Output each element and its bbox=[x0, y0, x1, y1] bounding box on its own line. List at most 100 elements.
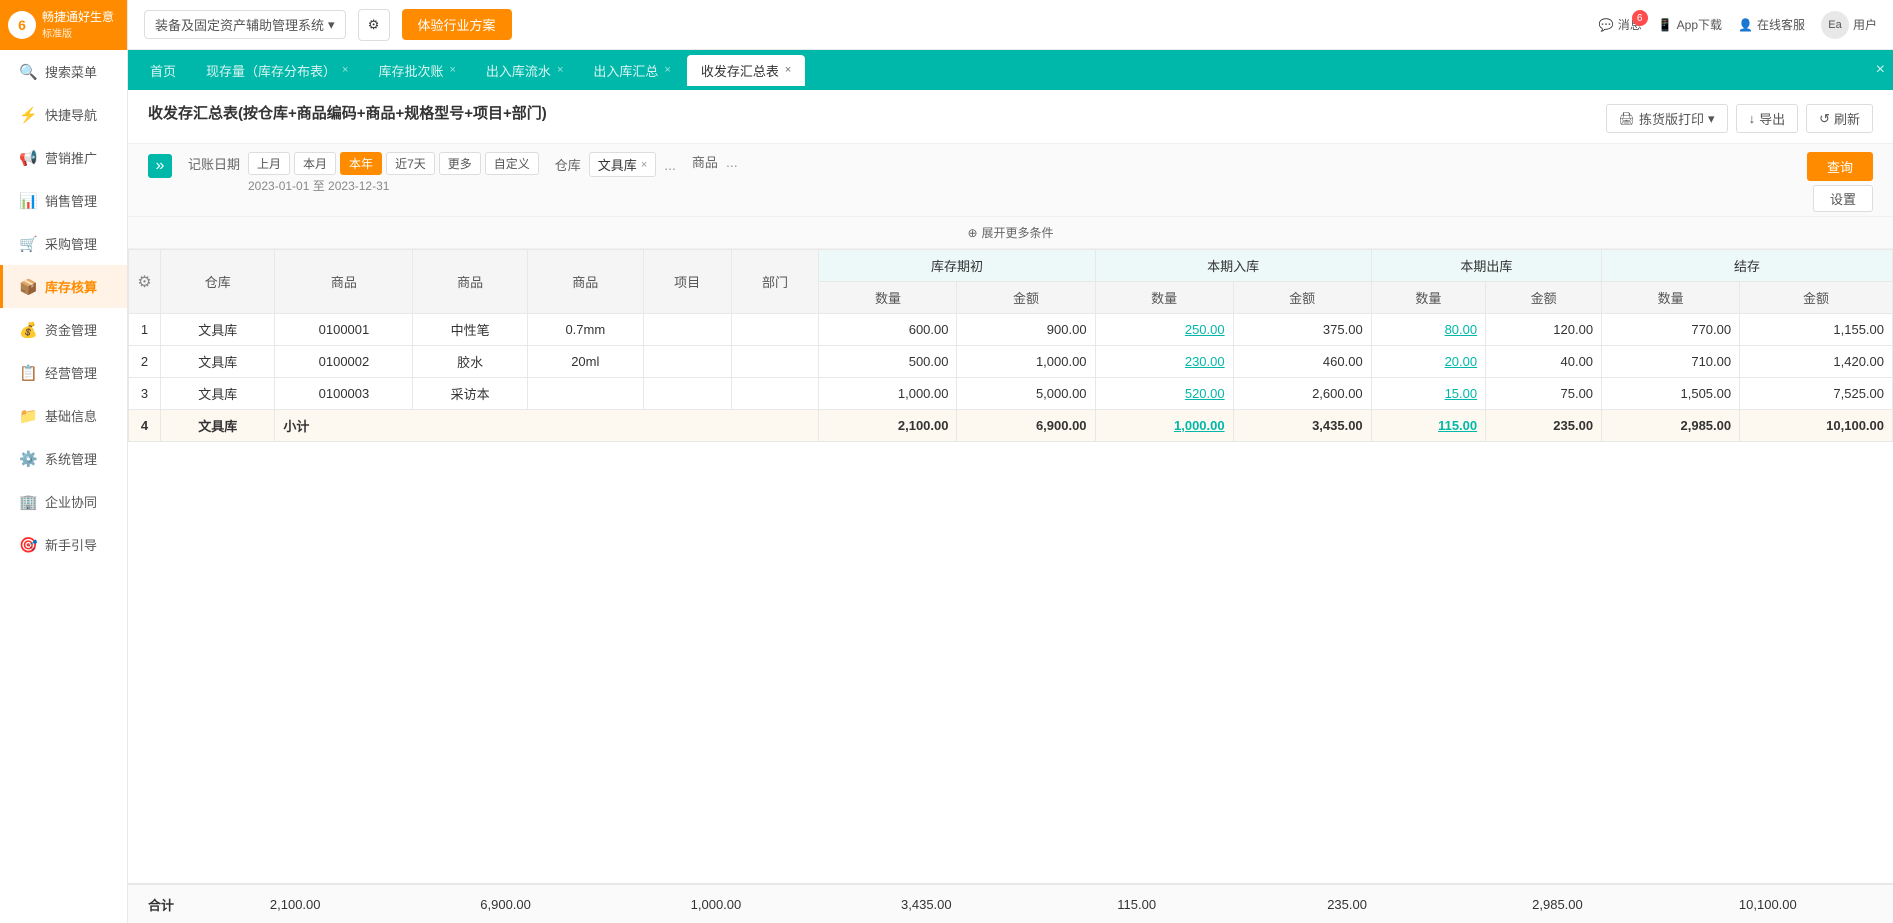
refresh-button[interactable]: ↺ 刷新 bbox=[1806, 104, 1873, 133]
expand-more-btn[interactable]: ⊕ 展开更多条件 bbox=[959, 222, 1061, 243]
main-area: 装备及固定资产辅助管理系统 ▾ ⚙ 体验行业方案 💬 消息 6 📱 App下载 … bbox=[128, 0, 1893, 923]
sidebar-item-quick-nav[interactable]: ⚡ 快捷导航 bbox=[0, 93, 127, 136]
tab-receive-summary[interactable]: 收发存汇总表 × bbox=[687, 55, 805, 86]
print-button[interactable]: 🖨 拣货版打印 ▾ bbox=[1606, 104, 1728, 133]
sidebar-item-search[interactable]: 🔍 搜索菜单 bbox=[0, 50, 127, 93]
col-opening-group-header: 库存期初 bbox=[819, 250, 1095, 282]
tabs-close-all-btn[interactable]: × bbox=[1876, 61, 1885, 79]
online-service-btn[interactable]: 👤 在线客服 bbox=[1738, 16, 1805, 33]
date-btn-this-month[interactable]: 本月 bbox=[294, 152, 336, 175]
table-gear-icon[interactable]: ⚙ bbox=[137, 274, 151, 291]
tab-inventory-distribution[interactable]: 现存量（库存分布表） × bbox=[192, 55, 362, 86]
tab-close-inout-summary[interactable]: × bbox=[664, 64, 670, 76]
row1-goods-code: 0100001 bbox=[275, 314, 413, 346]
enterprise-icon: 🏢 bbox=[19, 493, 37, 511]
logo-text: 畅捷通好生意 标准版 bbox=[42, 10, 114, 41]
export-button[interactable]: ↓ 导出 bbox=[1736, 104, 1799, 133]
sidebar-item-marketing[interactable]: 📢 营销推广 bbox=[0, 136, 127, 179]
system-icon: ⚙️ bbox=[19, 450, 37, 468]
sidebar-item-operations[interactable]: 📋 经营管理 bbox=[0, 351, 127, 394]
col-closing-amt-header: 金额 bbox=[1740, 282, 1893, 314]
row3-project bbox=[643, 378, 731, 410]
topbar: 装备及固定资产辅助管理系统 ▾ ⚙ 体验行业方案 💬 消息 6 📱 App下载 … bbox=[128, 0, 1893, 50]
trial-button[interactable]: 体验行业方案 bbox=[402, 9, 512, 40]
sidebar-item-sales[interactable]: 📊 销售管理 bbox=[0, 179, 127, 222]
goods-filter-section: 商品 ... bbox=[692, 152, 738, 171]
tab-close-batch-ledger[interactable]: × bbox=[449, 64, 455, 76]
message-btn[interactable]: 💬 消息 6 bbox=[1599, 16, 1642, 33]
subtotal-in-qty[interactable]: 1,000.00 bbox=[1095, 410, 1233, 442]
row3-out-qty[interactable]: 15.00 bbox=[1371, 378, 1485, 410]
subtotal-out-qty[interactable]: 115.00 bbox=[1371, 410, 1485, 442]
date-btn-last-month[interactable]: 上月 bbox=[248, 152, 290, 175]
row1-warehouse: 文具库 bbox=[161, 314, 275, 346]
date-btn-7days[interactable]: 近7天 bbox=[386, 152, 435, 175]
user-avatar-btn[interactable]: Ea 用户 bbox=[1821, 11, 1877, 39]
tab-home[interactable]: 首页 bbox=[136, 55, 190, 86]
marketing-icon: 📢 bbox=[19, 149, 37, 167]
bottom-total-bar: 合计 2,100.00 6,900.00 1,000.00 3,435.00 1… bbox=[128, 883, 1893, 923]
date-btn-this-year[interactable]: 本年 bbox=[340, 152, 382, 175]
row1-out-qty[interactable]: 80.00 bbox=[1371, 314, 1485, 346]
sidebar-item-basic-info[interactable]: 📁 基础信息 bbox=[0, 394, 127, 437]
sidebar-item-finance[interactable]: 💰 资金管理 bbox=[0, 308, 127, 351]
download-icon: 📱 bbox=[1658, 18, 1673, 32]
goods-more-btn[interactable]: ... bbox=[726, 154, 738, 170]
row2-department bbox=[731, 346, 819, 378]
search-icon: 🔍 bbox=[19, 63, 37, 81]
row1-no: 1 bbox=[129, 314, 161, 346]
row3-in-qty[interactable]: 520.00 bbox=[1095, 378, 1233, 410]
col-opening-qty-header: 数量 bbox=[819, 282, 957, 314]
date-btn-more[interactable]: 更多 bbox=[439, 152, 481, 175]
sidebar-item-purchase[interactable]: 🛒 采购管理 bbox=[0, 222, 127, 265]
col-out-qty-header: 数量 bbox=[1371, 282, 1485, 314]
tab-inout-summary[interactable]: 出入库汇总 × bbox=[579, 55, 684, 86]
warehouse-more-btn[interactable]: ... bbox=[664, 157, 676, 173]
data-table: ⚙ 仓库 商品 商品 商品 项目 部门 库存期初 本期入库 本期出库 结存 bbox=[128, 249, 1893, 442]
subtotal-label: 小计 bbox=[275, 410, 819, 442]
settings-icon-btn[interactable]: ⚙ bbox=[358, 9, 390, 41]
tab-close-inventory-distribution[interactable]: × bbox=[342, 64, 348, 76]
warehouse-filter-section: 仓库 文具库 × ... bbox=[555, 152, 676, 177]
row2-in-qty[interactable]: 230.00 bbox=[1095, 346, 1233, 378]
tab-inout-flow[interactable]: 出入库流水 × bbox=[472, 55, 577, 86]
sidebar-item-guide[interactable]: 🎯 新手引导 bbox=[0, 523, 127, 566]
subtotal-opening-qty: 2,100.00 bbox=[819, 410, 957, 442]
purchase-icon: 🛒 bbox=[19, 235, 37, 253]
system-select[interactable]: 装备及固定资产辅助管理系统 ▾ bbox=[144, 10, 346, 39]
query-button[interactable]: 查询 bbox=[1807, 152, 1873, 181]
row2-project bbox=[643, 346, 731, 378]
row3-opening-qty: 1,000.00 bbox=[819, 378, 957, 410]
app-download-btn[interactable]: 📱 App下载 bbox=[1658, 16, 1722, 33]
row1-project bbox=[643, 314, 731, 346]
row3-closing-amt: 7,525.00 bbox=[1740, 378, 1893, 410]
total-opening-amt: 6,900.00 bbox=[400, 897, 610, 912]
row1-closing-qty: 770.00 bbox=[1602, 314, 1740, 346]
tab-batch-ledger[interactable]: 库存批次账 × bbox=[364, 55, 469, 86]
total-in-qty: 1,000.00 bbox=[611, 897, 821, 912]
row3-out-amt: 75.00 bbox=[1486, 378, 1602, 410]
goods-label: 商品 bbox=[692, 152, 718, 171]
sidebar-item-system[interactable]: ⚙️ 系统管理 bbox=[0, 437, 127, 480]
quick-nav-icon: ⚡ bbox=[19, 106, 37, 124]
subtotal-opening-amt: 6,900.00 bbox=[957, 410, 1095, 442]
table-row: 3 文具库 0100003 采访本 1,000.00 5,000.00 520.… bbox=[129, 378, 1893, 410]
row1-department bbox=[731, 314, 819, 346]
settings-button[interactable]: 设置 bbox=[1813, 185, 1873, 212]
row2-out-qty[interactable]: 20.00 bbox=[1371, 346, 1485, 378]
sidebar-item-enterprise[interactable]: 🏢 企业协同 bbox=[0, 480, 127, 523]
avatar: Ea bbox=[1821, 11, 1849, 39]
tab-close-receive-summary[interactable]: × bbox=[785, 64, 791, 76]
row1-in-qty[interactable]: 250.00 bbox=[1095, 314, 1233, 346]
query-section: 查询 设置 bbox=[1807, 152, 1873, 212]
total-closing-qty: 2,985.00 bbox=[1452, 897, 1662, 912]
sidebar-item-inventory[interactable]: 📦 库存核算 bbox=[0, 265, 127, 308]
tab-close-inout-flow[interactable]: × bbox=[557, 64, 563, 76]
refresh-icon: ↺ bbox=[1819, 111, 1830, 127]
warehouse-tag-remove[interactable]: × bbox=[641, 159, 647, 171]
date-btn-custom[interactable]: 自定义 bbox=[485, 152, 539, 175]
total-values: 2,100.00 6,900.00 1,000.00 3,435.00 115.… bbox=[190, 897, 1873, 912]
page-header-actions: 🖨 拣货版打印 ▾ ↓ 导出 ↺ 刷新 bbox=[1606, 104, 1874, 133]
total-in-amt: 3,435.00 bbox=[821, 897, 1031, 912]
filter-toggle-button[interactable]: » bbox=[148, 154, 172, 178]
